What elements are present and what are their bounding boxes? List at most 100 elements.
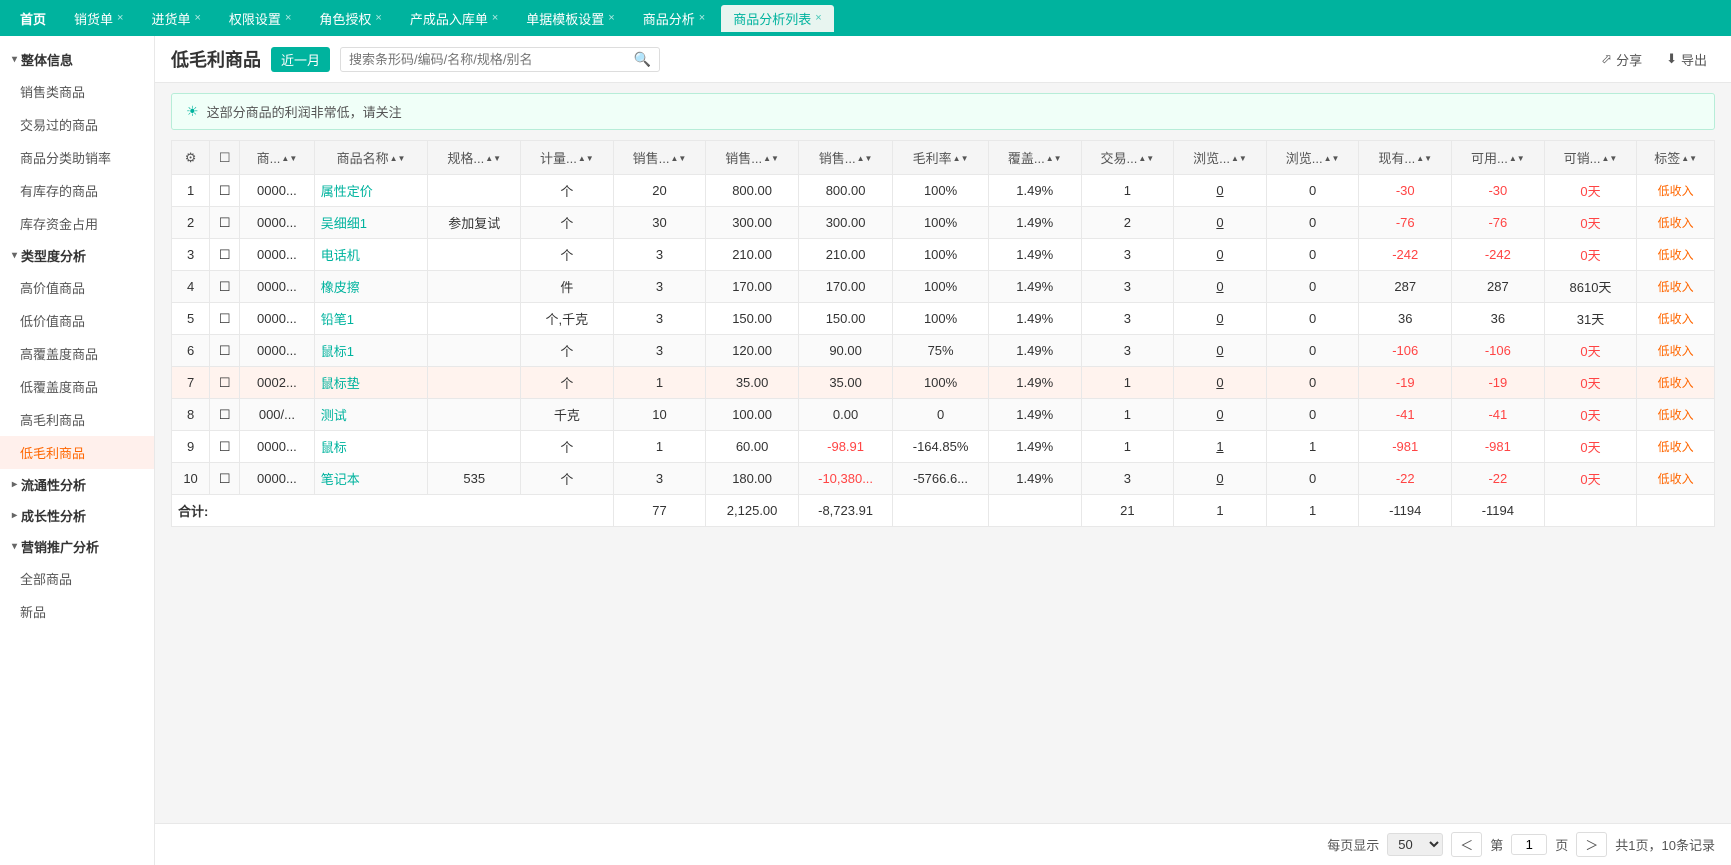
- col-name[interactable]: 商品名称▲▼: [314, 141, 428, 175]
- export-button[interactable]: ⬇ 导出: [1658, 47, 1715, 72]
- row-view1[interactable]: 0: [1174, 239, 1267, 271]
- row-checkbox[interactable]: ☐: [210, 463, 240, 495]
- nav-close-icon-3[interactable]: ×: [285, 12, 291, 24]
- col-sellable-days[interactable]: 可销...▲▼: [1544, 141, 1637, 175]
- share-button[interactable]: ⬀ 分享: [1593, 47, 1650, 72]
- col-coverage[interactable]: 覆盖...▲▼: [988, 141, 1081, 175]
- col-view2[interactable]: 浏览...▲▼: [1266, 141, 1359, 175]
- next-page-button[interactable]: ＞: [1576, 832, 1607, 857]
- sidebar-item-high-margin[interactable]: 高毛利商品: [0, 403, 154, 436]
- row-name[interactable]: 鼠标1: [314, 335, 428, 367]
- nav-close-icon-5[interactable]: ×: [492, 12, 498, 24]
- col-spec[interactable]: 规格...▲▼: [428, 141, 521, 175]
- prev-page-button[interactable]: ＜: [1451, 832, 1482, 857]
- sidebar-group-flow[interactable]: ▸ 流通性分析: [0, 469, 154, 500]
- sidebar-item-high-value[interactable]: 高价值商品: [0, 271, 154, 304]
- sidebar-item-stocked-products[interactable]: 有库存的商品: [0, 174, 154, 207]
- col-current-stock[interactable]: 现有...▲▼: [1359, 141, 1452, 175]
- nav-close-icon-7[interactable]: ×: [699, 12, 705, 24]
- sidebar-group-growth[interactable]: ▸ 成长性分析: [0, 500, 154, 531]
- row-current-stock: -76: [1359, 207, 1452, 239]
- row-gross-margin: 0: [893, 399, 989, 431]
- col-settings[interactable]: ⚙: [172, 141, 210, 175]
- row-name[interactable]: 鼠标: [314, 431, 428, 463]
- sidebar-group-marketing[interactable]: ▾ 营销推广分析: [0, 531, 154, 562]
- row-sales-amount: 180.00: [706, 463, 799, 495]
- sidebar-item-traded-products[interactable]: 交易过的商品: [0, 108, 154, 141]
- nav-product-analysis[interactable]: 商品分析 ×: [631, 5, 717, 32]
- sidebar-item-category-assist[interactable]: 商品分类助销率: [0, 141, 154, 174]
- row-checkbox[interactable]: ☐: [210, 367, 240, 399]
- row-view1[interactable]: 0: [1174, 463, 1267, 495]
- nav-close-icon-4[interactable]: ×: [375, 12, 381, 24]
- nav-permission[interactable]: 权限设置 ×: [217, 5, 303, 32]
- nav-role-auth[interactable]: 角色授权 ×: [307, 5, 393, 32]
- row-name[interactable]: 笔记本: [314, 463, 428, 495]
- row-view1[interactable]: 0: [1174, 271, 1267, 303]
- nav-template-settings[interactable]: 单据模板设置 ×: [514, 5, 626, 32]
- col-sales-qty[interactable]: 销售...▲▼: [613, 141, 706, 175]
- col-gross-margin[interactable]: 毛利率▲▼: [893, 141, 989, 175]
- sidebar-item-low-coverage[interactable]: 低覆盖度商品: [0, 370, 154, 403]
- search-input[interactable]: [349, 52, 628, 67]
- row-checkbox[interactable]: ☐: [210, 239, 240, 271]
- row-name[interactable]: 属性定价: [314, 175, 428, 207]
- row-view1[interactable]: 0: [1174, 207, 1267, 239]
- col-trade-count[interactable]: 交易...▲▼: [1081, 141, 1174, 175]
- row-checkbox[interactable]: ☐: [210, 431, 240, 463]
- col-sales-amount[interactable]: 销售...▲▼: [706, 141, 799, 175]
- sidebar: ▾ 整体信息 销售类商品 交易过的商品 商品分类助销率 有库存的商品 库存资金占…: [0, 36, 155, 865]
- date-filter-button[interactable]: 近一月: [271, 47, 330, 72]
- row-checkbox[interactable]: ☐: [210, 271, 240, 303]
- row-available-stock: -106: [1452, 335, 1545, 367]
- row-checkbox[interactable]: ☐: [210, 303, 240, 335]
- search-icon[interactable]: 🔍: [634, 51, 651, 68]
- row-view1[interactable]: 0: [1174, 303, 1267, 335]
- nav-close-icon-2[interactable]: ×: [194, 12, 200, 24]
- row-checkbox[interactable]: ☐: [210, 335, 240, 367]
- row-name[interactable]: 测试: [314, 399, 428, 431]
- row-view1[interactable]: 0: [1174, 175, 1267, 207]
- nav-close-icon-8[interactable]: ×: [815, 12, 821, 24]
- page-size-select[interactable]: 50 20 100: [1387, 833, 1443, 856]
- row-sales-profit: 800.00: [798, 175, 892, 207]
- col-unit[interactable]: 计量...▲▼: [521, 141, 614, 175]
- sidebar-item-sales-products[interactable]: 销售类商品: [0, 75, 154, 108]
- row-checkbox[interactable]: ☐: [210, 399, 240, 431]
- nav-home[interactable]: 首页: [8, 5, 58, 32]
- col-view1[interactable]: 浏览...▲▼: [1174, 141, 1267, 175]
- row-name[interactable]: 橡皮擦: [314, 271, 428, 303]
- col-sales-profit[interactable]: 销售...▲▼: [798, 141, 892, 175]
- row-tag: 低收入: [1637, 431, 1715, 463]
- nav-sales-order[interactable]: 销货单 ×: [62, 5, 135, 32]
- nav-purchase-order[interactable]: 进货单 ×: [139, 5, 212, 32]
- nav-close-icon[interactable]: ×: [117, 12, 123, 24]
- nav-product-entry[interactable]: 产成品入库单 ×: [398, 5, 510, 32]
- col-tag[interactable]: 标签▲▼: [1637, 141, 1715, 175]
- table-row: 3 ☐ 0000... 电话机 个 3 210.00 210.00 100% 1…: [172, 239, 1715, 271]
- row-view1[interactable]: 0: [1174, 367, 1267, 399]
- sidebar-item-high-coverage[interactable]: 高覆盖度商品: [0, 337, 154, 370]
- col-checkbox-all[interactable]: ☐: [210, 141, 240, 175]
- sidebar-item-low-margin[interactable]: 低毛利商品: [0, 436, 154, 469]
- row-name[interactable]: 电话机: [314, 239, 428, 271]
- sidebar-group-type[interactable]: ▾ 类型度分析: [0, 240, 154, 271]
- nav-product-analysis-list[interactable]: 商品分析列表 ×: [721, 5, 833, 32]
- row-view1[interactable]: 0: [1174, 335, 1267, 367]
- nav-close-icon-6[interactable]: ×: [608, 12, 614, 24]
- row-checkbox[interactable]: ☐: [210, 175, 240, 207]
- sidebar-item-low-value[interactable]: 低价值商品: [0, 304, 154, 337]
- sidebar-item-all-products[interactable]: 全部商品: [0, 562, 154, 595]
- col-available-stock[interactable]: 可用...▲▼: [1452, 141, 1545, 175]
- row-view1[interactable]: 0: [1174, 399, 1267, 431]
- row-name[interactable]: 鼠标垫: [314, 367, 428, 399]
- col-code[interactable]: 商...▲▼: [240, 141, 315, 175]
- sidebar-item-stock-capital[interactable]: 库存资金占用: [0, 207, 154, 240]
- sidebar-group-overall[interactable]: ▾ 整体信息: [0, 44, 154, 75]
- sidebar-item-new-products[interactable]: 新品: [0, 595, 154, 628]
- row-checkbox[interactable]: ☐: [210, 207, 240, 239]
- row-name[interactable]: 铅笔1: [314, 303, 428, 335]
- row-view1[interactable]: 1: [1174, 431, 1267, 463]
- page-number-input[interactable]: [1511, 834, 1547, 855]
- row-name[interactable]: 吴细细1: [314, 207, 428, 239]
